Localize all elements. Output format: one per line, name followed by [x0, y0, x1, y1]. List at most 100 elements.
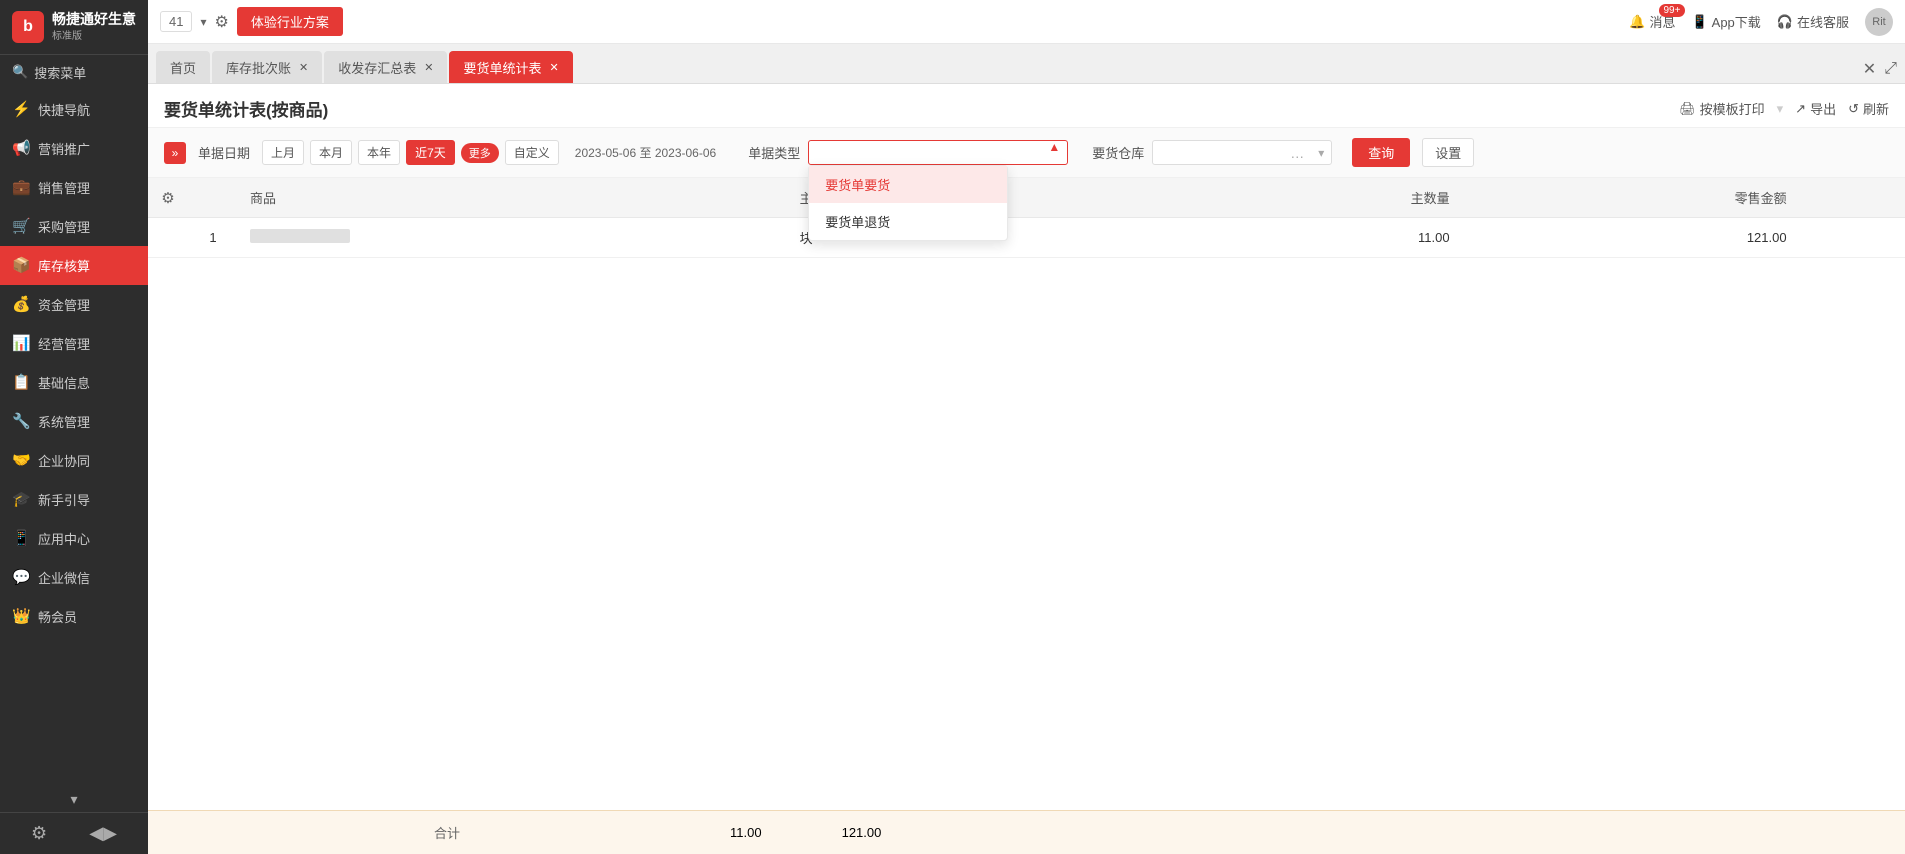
filter-settings-btn[interactable]: 设置	[1422, 138, 1474, 167]
col-extra-header	[1799, 178, 1905, 218]
nav-label-system: 系统管理	[38, 412, 90, 431]
app-download-label: App下载	[1712, 12, 1761, 31]
cell-settings-0	[148, 218, 188, 258]
sidebar-item-member[interactable]: 👑畅会员	[0, 597, 148, 636]
sidebar-item-wechat[interactable]: 💬企业微信	[0, 558, 148, 597]
col-settings-icon[interactable]: ⚙	[161, 190, 174, 207]
filter-type-group: 单据类型 ▲ 要货单要货 要货单退货	[748, 140, 1068, 165]
sidebar-item-app-center[interactable]: 📱应用中心	[0, 519, 148, 558]
nav-label-purchase: 采购管理	[38, 217, 90, 236]
topbar-gear-icon[interactable]: ⚙	[215, 12, 229, 32]
tab-label-home: 首页	[170, 58, 196, 77]
nav-label-operations: 经营管理	[38, 334, 90, 353]
nav-icon-finance: 💰	[12, 295, 30, 313]
tab-close-batch-account[interactable]: ✕	[299, 61, 308, 74]
type-option-order-goods[interactable]: 要货单要货	[809, 166, 1007, 203]
date-current-year-btn[interactable]: 本年	[358, 140, 400, 165]
type-dropdown-overlay: 要货单要货 要货单退货	[808, 165, 1008, 241]
sidebar-item-quick-nav[interactable]: ⚡快捷导航	[0, 90, 148, 129]
notifications-btn[interactable]: 🔔 消息 99+	[1629, 12, 1675, 31]
tab-close-receive-summary[interactable]: ✕	[424, 61, 433, 74]
date-current-month-btn[interactable]: 本月	[310, 140, 352, 165]
type-filter-input[interactable]	[808, 140, 1068, 165]
sidebar-search[interactable]: 🔍 搜索菜单	[0, 55, 148, 90]
date-range-group: 上月 本月 本年 近7天 更多 自定义	[262, 140, 559, 165]
date-more-badge[interactable]: 更多	[461, 143, 499, 163]
online-service-label: 在线客服	[1797, 12, 1849, 31]
search-label: 搜索菜单	[34, 63, 86, 82]
filter-expand-btn[interactable]: »	[164, 142, 186, 164]
warehouse-ellipsis-icon[interactable]: …	[1290, 145, 1304, 161]
sidebar-item-finance[interactable]: 💰资金管理	[0, 285, 148, 324]
nav-label-sales: 销售管理	[38, 178, 90, 197]
nav-label-basic-info: 基础信息	[38, 373, 90, 392]
refresh-btn[interactable]: ↺ 刷新	[1848, 99, 1889, 118]
tabbar: 首页库存批次账✕收发存汇总表✕ 要货单统计表 ✕ ✕ ⤢	[148, 44, 1905, 84]
col-seq-header	[188, 178, 238, 218]
topbar-dropdown[interactable]: ▾	[200, 15, 206, 29]
sidebar-item-guide[interactable]: 🎓新手引导	[0, 480, 148, 519]
bell-icon: 🔔	[1629, 14, 1645, 30]
type-option-order-return[interactable]: 要货单退货	[809, 203, 1007, 240]
collapse-icon[interactable]: ◀▶	[89, 823, 117, 844]
total-qty-value: 11.00	[730, 825, 762, 840]
nav-icon-app-center: 📱	[12, 529, 30, 547]
sidebar-item-purchase[interactable]: 🛒 采购管理	[0, 207, 148, 246]
tab-order-stats[interactable]: 要货单统计表 ✕	[449, 51, 572, 83]
trial-button[interactable]: 体验行业方案	[237, 7, 343, 36]
sidebar-item-inventory[interactable]: 📦库存核算	[0, 246, 148, 285]
data-table: ⚙ 商品 主计量单位 主数量 零售金额 1 块 11.00 121.00	[148, 178, 1905, 258]
page-content: 要货单统计表(按商品) 🖨 按模板打印 ▾ ↗ 导出 ↺ 刷新	[148, 84, 1905, 854]
nav-icon-enterprise: 🤝	[12, 451, 30, 469]
date-range-text: 2023-05-06 至 2023-06-06	[575, 144, 716, 161]
tab-home[interactable]: 首页	[156, 51, 210, 83]
nav-icon-purchase: 🛒	[12, 217, 30, 235]
export-btn[interactable]: ↗ 导出	[1795, 99, 1836, 118]
app-logo: b	[12, 11, 44, 43]
settings-footer-icon[interactable]: ⚙	[31, 823, 47, 844]
date-custom-btn[interactable]: 自定义	[505, 140, 559, 165]
total-label: 合计	[434, 823, 460, 842]
sidebar-item-enterprise[interactable]: 🤝 企业协同	[0, 441, 148, 480]
refresh-label: 刷新	[1863, 99, 1889, 118]
table-row: 1 块 11.00 121.00	[148, 218, 1905, 258]
notification-badge: 99+	[1659, 4, 1686, 17]
page-title: 要货单统计表(按商品)	[164, 96, 328, 121]
nav-label-quick-nav: 快捷导航	[38, 100, 90, 119]
tab-batch-account[interactable]: 库存批次账✕	[212, 51, 322, 83]
close-window-btn[interactable]: ✕	[1863, 59, 1876, 79]
nav-icon-basic-info: 📋	[12, 373, 30, 391]
nav-label-wechat: 企业微信	[38, 568, 90, 587]
nav-label-enterprise: 企业协同	[38, 451, 90, 470]
app-brand: 畅捷通好生意 标准版	[52, 10, 136, 44]
query-btn[interactable]: 查询	[1352, 138, 1410, 167]
cell-amount-0: 121.00	[1462, 218, 1799, 258]
table-header-row: ⚙ 商品 主计量单位 主数量 零售金额	[148, 178, 1905, 218]
tab-close-order-stats[interactable]: ✕	[550, 61, 559, 74]
type-chevron-icon[interactable]: ▲	[1048, 140, 1060, 154]
cell-product-0	[238, 218, 788, 258]
date-prev-month-btn[interactable]: 上月	[262, 140, 304, 165]
col-qty-header: 主数量	[1182, 178, 1461, 218]
sidebar-scroll-down[interactable]: ▾	[0, 787, 148, 812]
tab-label-order-stats: 要货单统计表	[463, 58, 541, 77]
warehouse-chevron-icon[interactable]: ▾	[1318, 146, 1324, 160]
warehouse-filter-input[interactable]	[1152, 140, 1332, 165]
expand-window-btn[interactable]: ⤢	[1884, 60, 1897, 78]
date-7days-btn[interactable]: 近7天	[406, 140, 455, 165]
table-area: ⚙ 商品 主计量单位 主数量 零售金额 1 块 11.00 121.00	[148, 178, 1905, 810]
sidebar-item-system[interactable]: 🔧系统管理	[0, 402, 148, 441]
sidebar-item-marketing[interactable]: 📢营销推广	[0, 129, 148, 168]
sidebar-item-sales[interactable]: 💼销售管理	[0, 168, 148, 207]
sidebar-item-basic-info[interactable]: 📋 基础信息	[0, 363, 148, 402]
type-filter-label: 单据类型	[748, 143, 800, 162]
app-download-btn[interactable]: 📱 App下载	[1691, 12, 1760, 31]
nav-label-member: 畅会员	[38, 607, 77, 626]
online-service-btn[interactable]: 🎧 在线客服	[1777, 12, 1849, 31]
filter-bar: » 单据日期 上月 本月 本年 近7天 更多 自定义 2023-05-06 至 …	[148, 128, 1905, 178]
cell-seq-0: 1	[188, 218, 238, 258]
tab-receive-summary[interactable]: 收发存汇总表✕	[324, 51, 447, 83]
print-btn[interactable]: 🖨 按模板打印	[1679, 99, 1765, 118]
sidebar-item-operations[interactable]: 📊经营管理	[0, 324, 148, 363]
user-avatar[interactable]: Rit	[1865, 8, 1893, 36]
